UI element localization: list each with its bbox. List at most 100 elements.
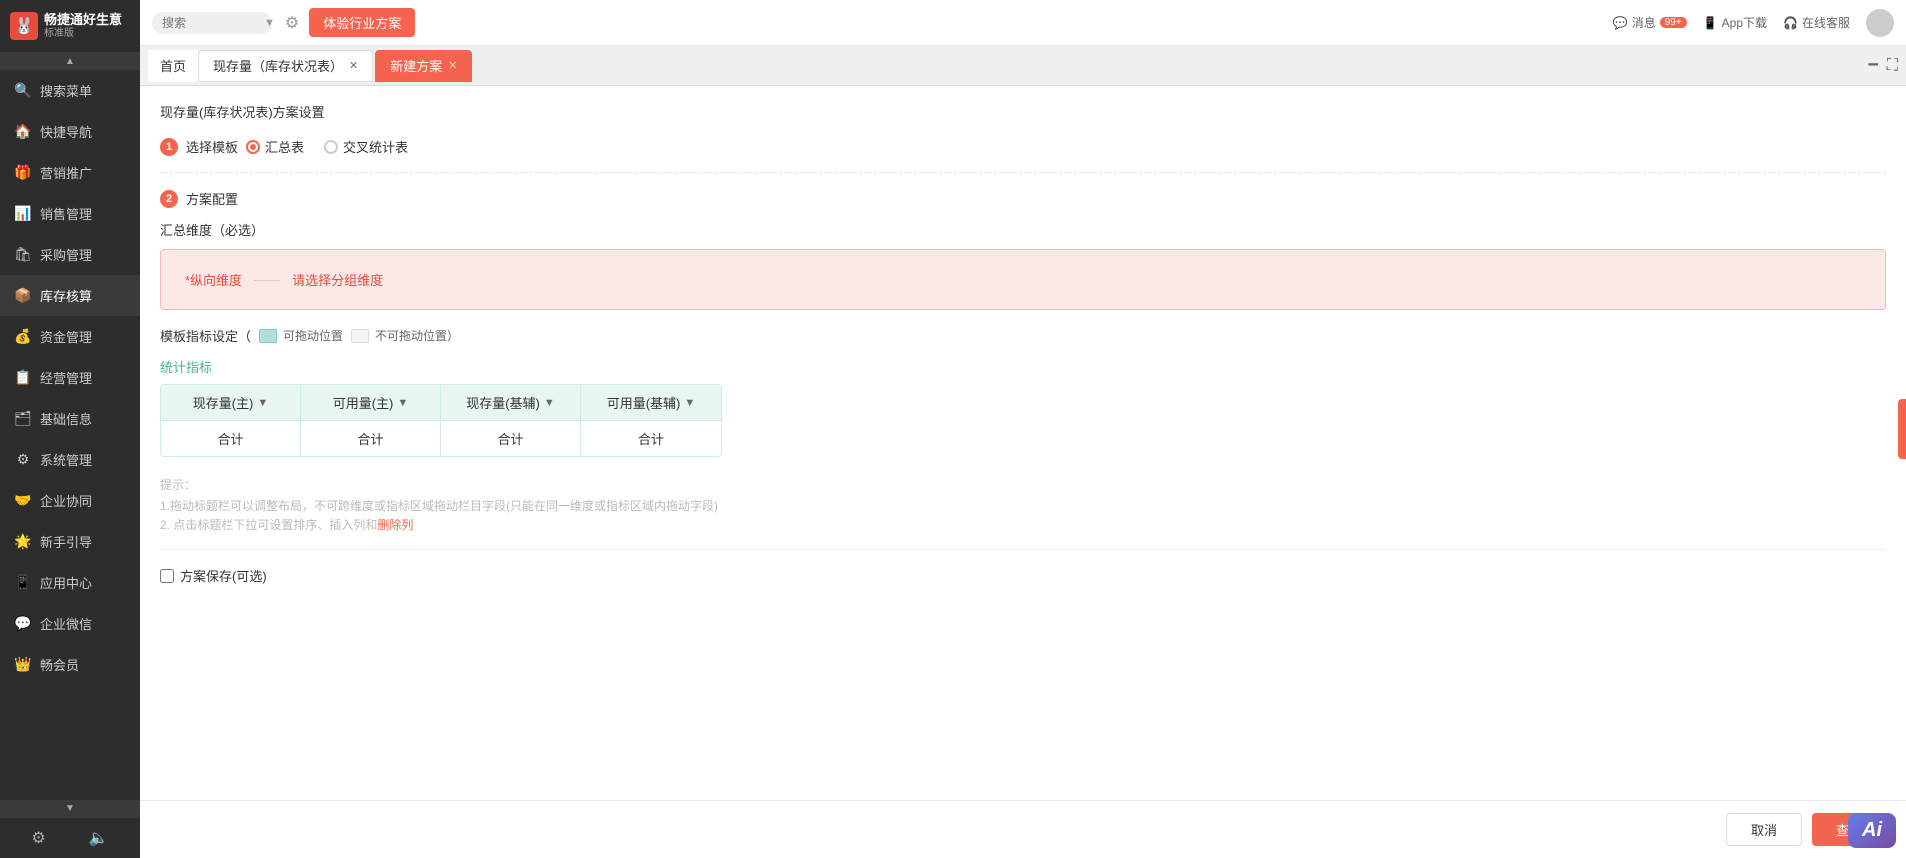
content-area: 现存量(库存状况表)方案设置 1 选择模板 汇总表 交叉统计表	[140, 86, 1906, 800]
tab-new-plan-close-icon[interactable]: ✕	[448, 59, 457, 72]
home-tab-label: 首页	[160, 56, 186, 75]
delete-col-link[interactable]: 删除列	[377, 518, 413, 532]
dimension-area[interactable]: *纵向维度 —— 请选择分组维度	[160, 249, 1886, 310]
indicators-label-text: 模板指标设定（	[160, 326, 251, 345]
app-logo: 🐰 畅捷通好生意 标准版	[0, 0, 140, 53]
online-service-button[interactable]: 🎧 在线客服	[1783, 14, 1850, 31]
message-icon: 💬	[1613, 16, 1628, 30]
inventory-icon: 📦	[14, 287, 32, 305]
stats-col-0[interactable]: 现存量(主) ▼	[161, 385, 301, 420]
radio-summary-dot	[246, 140, 260, 154]
content-inner: 现存量(库存状况表)方案设置 1 选择模板 汇总表 交叉统计表	[140, 86, 1906, 800]
tab-new-plan[interactable]: 新建方案 ✕	[375, 50, 472, 82]
radio-cross[interactable]: 交叉统计表	[324, 137, 408, 156]
dimension-row: *纵向维度 —— 请选择分组维度	[185, 270, 1861, 289]
quick-nav-icon: 🏠	[14, 123, 32, 141]
tab-inventory-status[interactable]: 现存量（库存状况表） ✕	[198, 50, 373, 82]
sidebar-item-system[interactable]: ⚙ 系统管理	[0, 439, 140, 480]
template-radio-group: 汇总表 交叉统计表	[246, 137, 408, 156]
search-wrap: ▼	[152, 12, 275, 34]
tab-expand-button[interactable]: ⛶	[1887, 57, 1898, 75]
section2-title: 方案配置	[186, 189, 238, 208]
sidebar-item-search-menu[interactable]: 🔍 搜索菜单	[0, 70, 140, 111]
search-input[interactable]	[152, 12, 272, 34]
inventory-status-tab-label: 现存量（库存状况表）	[213, 56, 343, 75]
sidebar-item-newbie[interactable]: 🌟 新手引导	[0, 521, 140, 562]
corp-wechat-icon: 💬	[14, 615, 32, 633]
legend-non-draggable: 不可拖动位置）	[351, 327, 459, 344]
sidebar-scroll-up[interactable]: ▲	[0, 53, 140, 70]
stats-col-3-label: 可用量(基辅)	[607, 393, 681, 412]
radio-summary-label: 汇总表	[265, 137, 304, 156]
messages-label: 消息	[1632, 14, 1656, 31]
sidebar-item-purchase[interactable]: 🛍 采购管理	[0, 234, 140, 275]
newbie-icon: 🌟	[14, 533, 32, 551]
section2-number: 2	[160, 190, 178, 208]
sidebar-item-membership[interactable]: 👑 畅会员	[0, 644, 140, 685]
sales-icon: 📊	[14, 205, 32, 223]
stats-col-1[interactable]: 可用量(主) ▼	[301, 385, 441, 420]
messages-button[interactable]: 💬 消息 99+	[1613, 14, 1687, 31]
messages-badge: 99+	[1660, 17, 1687, 28]
save-checkbox[interactable]	[160, 569, 174, 583]
stats-cell-0-0: 合计	[161, 421, 301, 456]
topbar-right: 💬 消息 99+ 📱 App下载 🎧 在线客服	[1613, 9, 1894, 37]
save-label: 方案保存(可选)	[180, 566, 267, 585]
app-download-label: App下载	[1722, 14, 1767, 31]
radio-summary[interactable]: 汇总表	[246, 137, 304, 156]
section1-number: 1	[160, 138, 178, 156]
stats-table: 现存量(主) ▼ 可用量(主) ▼ 现存量(基辅) ▼ 可用量(基辅)	[160, 384, 722, 457]
sidebar-item-operations[interactable]: 📋 经营管理	[0, 357, 140, 398]
footer-bar: 取消 查询	[140, 800, 1906, 858]
app-version: 标准版	[44, 28, 122, 40]
sidebar-item-app-center[interactable]: 📱 应用中心	[0, 562, 140, 603]
stats-col-2-chevron-icon: ▼	[544, 397, 555, 409]
sidebar-item-sales[interactable]: 📊 销售管理	[0, 193, 140, 234]
corp-coop-icon: 🤝	[14, 492, 32, 510]
settings-gear-icon[interactable]: ⚙	[285, 13, 299, 33]
section1-header: 1 选择模板 汇总表 交叉统计表	[160, 137, 1886, 156]
stats-col-3[interactable]: 可用量(基辅) ▼	[581, 385, 721, 420]
sidebar-item-label: 畅会员	[40, 655, 79, 674]
app-download-button[interactable]: 📱 App下载	[1703, 14, 1767, 31]
stats-col-2[interactable]: 现存量(基辅) ▼	[441, 385, 581, 420]
sidebar-item-label: 应用中心	[40, 573, 92, 592]
sidebar-item-basic-info[interactable]: 🗂 基础信息	[0, 398, 140, 439]
sidebar-item-marketing[interactable]: 🎁 营销推广	[0, 152, 140, 193]
sidebar-footer: ⚙ 🔈	[0, 817, 140, 858]
new-plan-tab-label: 新建方案	[390, 56, 442, 75]
draggable-legend-text: 可拖动位置	[283, 327, 343, 344]
stats-col-2-label: 现存量(基辅)	[466, 393, 540, 412]
purchase-icon: 🛍	[14, 246, 32, 264]
sidebar: 🐰 畅捷通好生意 标准版 ▲ 🔍 搜索菜单 🏠 快捷导航 🎁 营销推广 📊 销售…	[0, 0, 140, 858]
tab-minimize-button[interactable]: 🗕	[1867, 52, 1878, 79]
operations-icon: 📋	[14, 369, 32, 387]
tab-home[interactable]: 首页	[148, 50, 198, 82]
finance-icon: 💰	[14, 328, 32, 346]
online-service-label: 在线客服	[1802, 14, 1850, 31]
right-scroll-handle[interactable]	[1898, 399, 1906, 459]
page-title: 现存量(库存状况表)方案设置	[160, 102, 1886, 121]
sidebar-item-label: 企业微信	[40, 614, 92, 633]
non-draggable-legend-text: 不可拖动位置）	[375, 327, 459, 344]
non-draggable-legend-box	[351, 329, 369, 343]
ai-badge[interactable]: Ai	[1848, 813, 1896, 848]
section-plan-config: 2 方案配置 汇总维度（必选） *纵向维度 —— 请选择分组维度 模板指标设定（	[160, 189, 1886, 533]
dimension-dash: ——	[254, 272, 280, 287]
tab-inventory-close-icon[interactable]: ✕	[349, 59, 358, 72]
trial-button[interactable]: 体验行业方案	[309, 8, 415, 37]
sidebar-item-corp-coop[interactable]: 🤝 企业协同	[0, 480, 140, 521]
sidebar-item-label: 快捷导航	[40, 122, 92, 141]
sidebar-item-finance[interactable]: 💰 资金管理	[0, 316, 140, 357]
sidebar-item-inventory[interactable]: 📦 库存核算	[0, 275, 140, 316]
sound-icon[interactable]: 🔈	[89, 828, 109, 848]
cancel-button[interactable]: 取消	[1726, 813, 1802, 846]
topbar: ▼ ⚙ 体验行业方案 💬 消息 99+ 📱 App下载 🎧 在线客服	[140, 0, 1906, 46]
sidebar-item-corp-wechat[interactable]: 💬 企业微信	[0, 603, 140, 644]
sidebar-scroll-down[interactable]: ▼	[0, 800, 140, 817]
stats-section-title: 统计指标	[160, 357, 1886, 376]
user-avatar[interactable]	[1866, 9, 1894, 37]
settings-icon[interactable]: ⚙	[31, 828, 45, 848]
sidebar-item-quick-nav[interactable]: 🏠 快捷导航	[0, 111, 140, 152]
sidebar-item-label: 基础信息	[40, 409, 92, 428]
